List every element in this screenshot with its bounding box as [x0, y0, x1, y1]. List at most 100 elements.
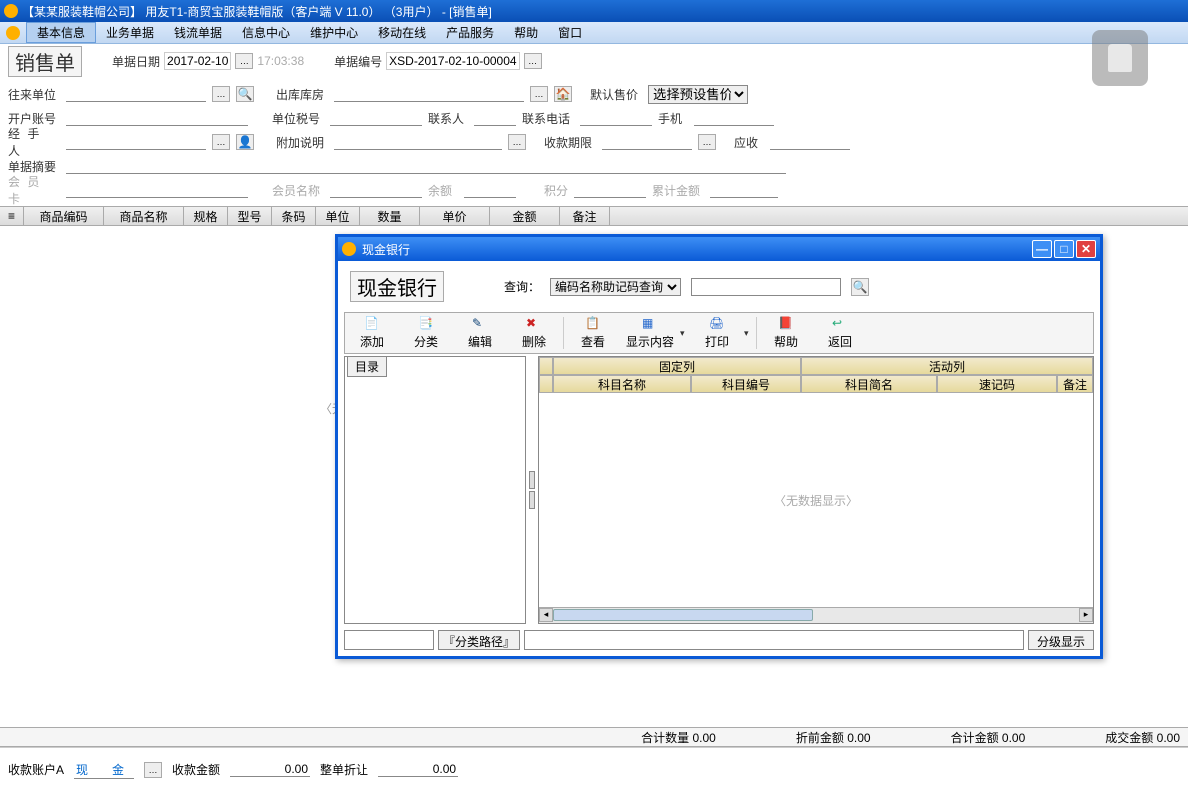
tree-body[interactable]	[345, 377, 525, 623]
col-subject-code[interactable]: 科目编号	[691, 375, 801, 393]
maximize-button[interactable]: □	[1054, 240, 1074, 258]
print-button[interactable]: 🖨打印	[690, 313, 744, 353]
row-selector-icon[interactable]: ≡	[0, 207, 24, 225]
add-button[interactable]: 📄添加	[345, 313, 399, 353]
col-qty[interactable]: 数量	[360, 207, 420, 225]
horizontal-scrollbar[interactable]: ◂ ▸	[539, 607, 1093, 623]
group-active: 活动列	[801, 357, 1093, 375]
col-spec[interactable]: 规格	[184, 207, 228, 225]
date-input[interactable]: 2017-02-10	[164, 52, 231, 70]
handler-person-icon[interactable]: 👤	[236, 134, 254, 150]
help-button[interactable]: 📕帮助	[759, 313, 813, 353]
menu-window[interactable]: 窗口	[548, 22, 592, 43]
col-price[interactable]: 单价	[420, 207, 490, 225]
pay-disc-value[interactable]: 0.00	[378, 762, 458, 777]
category-button[interactable]: 📑分类	[399, 313, 453, 353]
col-code[interactable]: 商品编码	[24, 207, 104, 225]
dialog-logo-icon	[342, 242, 356, 256]
receivable-input[interactable]	[770, 134, 850, 150]
due-picker-button[interactable]: …	[698, 134, 716, 150]
col-barcode[interactable]: 条码	[272, 207, 316, 225]
path-box-right	[524, 630, 1024, 650]
handler-input[interactable]	[66, 134, 206, 150]
company-input[interactable]	[66, 86, 206, 102]
col-unit[interactable]: 单位	[316, 207, 360, 225]
print-dropdown-icon[interactable]: ▾	[744, 328, 754, 339]
warehouse-home-icon[interactable]: 🏠	[554, 86, 572, 102]
scroll-thumb[interactable]	[553, 609, 813, 621]
mobile-input[interactable]	[694, 110, 774, 126]
date-picker-button[interactable]: …	[235, 53, 253, 69]
total-amt-label: 合计金额	[951, 731, 999, 745]
level-display-button[interactable]: 分级显示	[1028, 630, 1094, 650]
search-input[interactable]	[691, 278, 841, 296]
summary-input[interactable]	[66, 158, 786, 174]
dialog-titlebar[interactable]: 现金银行 ― □ ✕	[338, 237, 1100, 261]
note-input[interactable]	[334, 134, 502, 150]
pay-disc-label: 整单折让	[320, 761, 368, 778]
docno-input[interactable]: XSD-2017-02-10-00004	[386, 52, 519, 70]
menu-biz[interactable]: 业务单据	[96, 22, 164, 43]
pay-acct-label: 收款账户A	[8, 761, 64, 778]
menu-mobile[interactable]: 移动在线	[368, 22, 436, 43]
display-dropdown-icon[interactable]: ▾	[680, 328, 690, 339]
contact-input[interactable]	[474, 110, 516, 126]
app-title: 【某某服装鞋帽公司】 用友T1-商贸宝服装鞋帽版（客户端 V 11.0） （3用…	[22, 3, 492, 20]
pay-amt-value[interactable]: 0.00	[230, 762, 310, 777]
price-select[interactable]: 选择预设售价	[648, 85, 748, 104]
warehouse-input[interactable]	[334, 86, 524, 102]
delete-button[interactable]: ✖删除	[507, 313, 561, 353]
tree-tab[interactable]: 目录	[347, 356, 387, 377]
receivable-label: 应收	[734, 134, 764, 151]
scroll-right-icon[interactable]: ▸	[1079, 608, 1093, 622]
note-picker-button[interactable]: …	[508, 134, 526, 150]
minimize-button[interactable]: ―	[1032, 240, 1052, 258]
col-remark[interactable]: 备注	[560, 207, 610, 225]
display-button[interactable]: ▦显示内容	[620, 313, 680, 353]
mobile-label: 手机	[658, 110, 688, 127]
view-button[interactable]: 📋查看	[566, 313, 620, 353]
app-logo-icon	[4, 4, 18, 18]
handler-picker-button[interactable]: …	[212, 134, 230, 150]
col-model[interactable]: 型号	[228, 207, 272, 225]
col-name[interactable]: 商品名称	[104, 207, 184, 225]
due-input[interactable]	[602, 134, 692, 150]
col-subject-short[interactable]: 科目简名	[801, 375, 937, 393]
col-subject-name[interactable]: 科目名称	[553, 375, 691, 393]
search-mode-select[interactable]: 编码名称助记码查询	[550, 278, 681, 296]
menu-product[interactable]: 产品服务	[436, 22, 504, 43]
docno-picker-button[interactable]: …	[524, 53, 542, 69]
warehouse-picker-button[interactable]: …	[530, 86, 548, 102]
scroll-left-icon[interactable]: ◂	[539, 608, 553, 622]
menu-basic[interactable]: 基本信息	[26, 22, 96, 43]
total-pre-label: 折前金额	[796, 731, 844, 745]
menu-maint[interactable]: 维护中心	[300, 22, 368, 43]
menu-cash[interactable]: 钱流单据	[164, 22, 232, 43]
tax-input[interactable]	[330, 110, 422, 126]
menu-help[interactable]: 帮助	[504, 22, 548, 43]
card-label: 会 员 卡	[8, 173, 60, 207]
phone-input[interactable]	[580, 110, 652, 126]
edit-button[interactable]: ✎编辑	[453, 313, 507, 353]
col-amount[interactable]: 金额	[490, 207, 560, 225]
close-button[interactable]: ✕	[1076, 240, 1096, 258]
total-qty-label: 合计数量	[641, 731, 689, 745]
back-button[interactable]: ↩返回	[813, 313, 867, 353]
company-lookup-icon[interactable]: 🔍	[236, 86, 254, 102]
mname-input	[330, 182, 422, 198]
due-label: 收款期限	[544, 134, 596, 151]
bank-label: 开户账号	[8, 110, 60, 127]
mname-label: 会员名称	[272, 182, 324, 199]
pay-acct-picker-button[interactable]: …	[144, 762, 162, 778]
col-remark2[interactable]: 备注	[1057, 375, 1093, 393]
docno-label: 单据编号	[334, 53, 382, 70]
bank-input[interactable]	[66, 110, 248, 126]
splitter[interactable]	[528, 356, 536, 624]
card-input[interactable]	[66, 182, 248, 198]
menu-info[interactable]: 信息中心	[232, 22, 300, 43]
search-icon[interactable]: 🔍	[851, 278, 869, 296]
company-picker-button[interactable]: …	[212, 86, 230, 102]
pay-acct-value[interactable]: 现 金	[74, 761, 134, 779]
totals-bar: 合计数量 0.00 折前金额 0.00 合计金额 0.00 成交金额 0.00	[0, 727, 1188, 747]
col-mnemonic[interactable]: 速记码	[937, 375, 1057, 393]
